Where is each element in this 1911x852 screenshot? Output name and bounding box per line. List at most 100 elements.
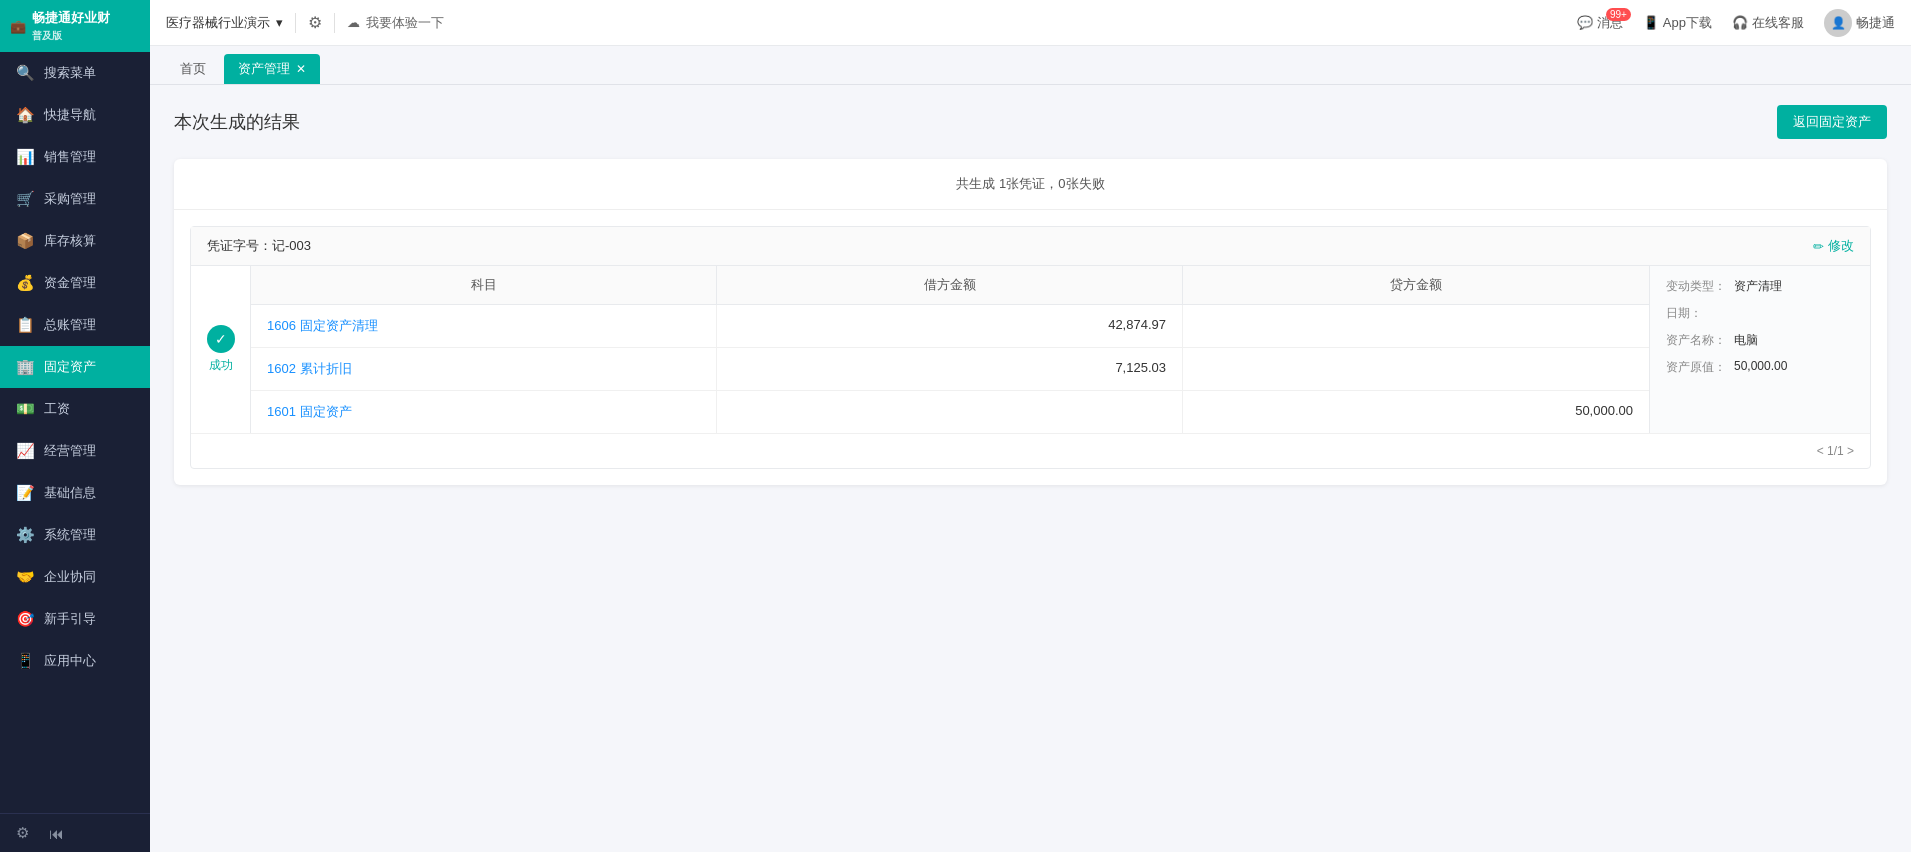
sidebar-item-purchase[interactable]: 🛒 采购管理 xyxy=(0,178,150,220)
sidebar-item-app-center[interactable]: 📱 应用中心 xyxy=(0,640,150,682)
app-sub: 普及版 xyxy=(32,29,110,43)
sidebar-item-fixed-assets[interactable]: 🏢 固定资产 xyxy=(0,346,150,388)
asset-name-label: 资产名称： xyxy=(1666,332,1726,349)
username: 畅捷通 xyxy=(1856,14,1895,32)
edit-icon: ✏ xyxy=(1813,239,1824,254)
topbar-divider-2 xyxy=(334,13,335,33)
guide-icon: 🎯 xyxy=(16,610,34,628)
edit-button[interactable]: ✏ 修改 xyxy=(1813,237,1854,255)
tab-asset-mgmt[interactable]: 资产管理 ✕ xyxy=(224,54,320,84)
download-icon: 📱 xyxy=(1643,15,1659,30)
sidebar-item-quick-nav[interactable]: 🏠 快捷导航 xyxy=(0,94,150,136)
tab-asset-mgmt-label: 资产管理 xyxy=(238,60,290,78)
sidebar-label-inventory: 库存核算 xyxy=(44,232,96,250)
voucher-number: 凭证字号：记-003 xyxy=(207,237,311,255)
app-name: 畅捷通好业财 xyxy=(32,9,110,27)
sidebar-label-operations: 经营管理 xyxy=(44,442,96,460)
table-row: 1606 固定资产清理 42,874.97 xyxy=(251,305,1649,348)
sidebar-bottom: ⚙ ⏮ xyxy=(0,813,150,852)
cell-subject-1[interactable]: 1602 累计折旧 xyxy=(251,348,717,390)
avatar: 👤 xyxy=(1824,9,1852,37)
online-support-button[interactable]: 🎧 在线客服 xyxy=(1732,14,1804,32)
status-column: ✓ 成功 xyxy=(191,266,251,433)
sidebar-item-guide[interactable]: 🎯 新手引导 xyxy=(0,598,150,640)
cell-credit-2: 50,000.00 xyxy=(1183,391,1649,433)
sidebar-label-system: 系统管理 xyxy=(44,526,96,544)
app-download-button[interactable]: 📱 App下载 xyxy=(1643,14,1712,32)
logo-icon: 💼 xyxy=(10,19,26,34)
voucher-table: 科目 借方金额 贷方金额 1606 固定资产清理 42,874.97 1602 … xyxy=(251,266,1650,433)
pagination: < 1/1 > xyxy=(191,433,1870,468)
messages-badge: 99+ xyxy=(1606,8,1631,21)
basic-info-icon: 📝 xyxy=(16,484,34,502)
date-label: 日期： xyxy=(1666,305,1702,322)
change-type-value: 资产清理 xyxy=(1734,278,1782,295)
sidebar-item-system[interactable]: ⚙️ 系统管理 xyxy=(0,514,150,556)
return-button[interactable]: 返回固定资产 xyxy=(1777,105,1887,139)
sidebar-label-guide: 新手引导 xyxy=(44,610,96,628)
sidebar-item-payroll[interactable]: 💵 工资 xyxy=(0,388,150,430)
app-logo: 💼 畅捷通好业财 普及版 xyxy=(0,0,150,52)
result-panel: 共生成 1张凭证，0张失败 凭证字号：记-003 ✏ 修改 ✓ 成功 xyxy=(174,159,1887,485)
experience-label: 我要体验一下 xyxy=(366,14,444,32)
pagination-text[interactable]: < 1/1 > xyxy=(1817,444,1854,458)
sidebar-label-search: 搜索菜单 xyxy=(44,64,96,82)
sales-icon: 📊 xyxy=(16,148,34,166)
search-icon: 🔍 xyxy=(16,64,34,82)
messages-button[interactable]: 💬 消息 99+ xyxy=(1577,14,1623,32)
operations-icon: 📈 xyxy=(16,442,34,460)
sidebar-label-ledger: 总账管理 xyxy=(44,316,96,334)
table-row: 1602 累计折旧 7,125.03 xyxy=(251,348,1649,391)
collapse-icon[interactable]: ⏮ xyxy=(49,825,64,842)
result-summary: 共生成 1张凭证，0张失败 xyxy=(174,159,1887,210)
main-area: 医疗器械行业演示 ▾ ⚙ ☁ 我要体验一下 💬 消息 99+ 📱 App下载 🎧… xyxy=(150,0,1911,852)
funds-icon: 💰 xyxy=(16,274,34,292)
purchase-icon: 🛒 xyxy=(16,190,34,208)
cooperation-icon: 🤝 xyxy=(16,568,34,586)
sidebar-item-ledger[interactable]: 📋 总账管理 xyxy=(0,304,150,346)
chevron-down-icon: ▾ xyxy=(276,15,283,30)
sidebar-item-operations[interactable]: 📈 经营管理 xyxy=(0,430,150,472)
fixed-assets-icon: 🏢 xyxy=(16,358,34,376)
cell-subject-2[interactable]: 1601 固定资产 xyxy=(251,391,717,433)
tab-home[interactable]: 首页 xyxy=(166,54,220,84)
inventory-icon: 📦 xyxy=(16,232,34,250)
sidebar-label-cooperation: 企业协同 xyxy=(44,568,96,586)
sidebar-item-funds[interactable]: 💰 资金管理 xyxy=(0,262,150,304)
sidebar-item-cooperation[interactable]: 🤝 企业协同 xyxy=(0,556,150,598)
user-menu[interactable]: 👤 畅捷通 xyxy=(1824,9,1895,37)
gear-icon[interactable]: ⚙ xyxy=(308,13,322,32)
sidebar-item-sales[interactable]: 📊 销售管理 xyxy=(0,136,150,178)
sidebar-scroll: 🔍 搜索菜单 🏠 快捷导航 📊 销售管理 🛒 采购管理 📦 库存核算 💰 资金管… xyxy=(0,52,150,813)
company-selector[interactable]: 医疗器械行业演示 ▾ xyxy=(166,14,283,32)
sidebar-item-search[interactable]: 🔍 搜索菜单 xyxy=(0,52,150,94)
right-panel-change-type: 变动类型： 资产清理 xyxy=(1666,278,1854,295)
settings-icon[interactable]: ⚙ xyxy=(16,824,29,842)
right-panel: 变动类型： 资产清理 日期： 资产名称： 电脑 资产原值： xyxy=(1650,266,1870,433)
success-icon: ✓ xyxy=(207,325,235,353)
ledger-icon: 📋 xyxy=(16,316,34,334)
sidebar-item-basic-info[interactable]: 📝 基础信息 xyxy=(0,472,150,514)
cell-subject-0[interactable]: 1606 固定资产清理 xyxy=(251,305,717,347)
change-type-label: 变动类型： xyxy=(1666,278,1726,295)
right-panel-asset-name: 资产名称： 电脑 xyxy=(1666,332,1854,349)
app-download-label: App下载 xyxy=(1663,14,1712,32)
topbar-divider-1 xyxy=(295,13,296,33)
topbar-right: 💬 消息 99+ 📱 App下载 🎧 在线客服 👤 畅捷通 xyxy=(1577,9,1895,37)
right-panel-date: 日期： xyxy=(1666,305,1854,322)
online-support-label: 在线客服 xyxy=(1752,14,1804,32)
original-value-label: 资产原值： xyxy=(1666,359,1726,376)
sidebar-item-inventory[interactable]: 📦 库存核算 xyxy=(0,220,150,262)
tabbar: 首页 资产管理 ✕ xyxy=(150,46,1911,85)
sidebar-label-quick-nav: 快捷导航 xyxy=(44,106,96,124)
tab-close-icon[interactable]: ✕ xyxy=(296,62,306,76)
status-text: 成功 xyxy=(209,357,233,374)
experience-button[interactable]: ☁ 我要体验一下 xyxy=(347,14,444,32)
page-title: 本次生成的结果 xyxy=(174,110,300,134)
voucher-header: 凭证字号：记-003 ✏ 修改 xyxy=(191,227,1870,266)
header-subject: 科目 xyxy=(251,266,717,304)
header-debit: 借方金额 xyxy=(717,266,1183,304)
topbar: 医疗器械行业演示 ▾ ⚙ ☁ 我要体验一下 💬 消息 99+ 📱 App下载 🎧… xyxy=(150,0,1911,46)
headset-icon: 🎧 xyxy=(1732,15,1748,30)
tab-home-label: 首页 xyxy=(180,60,206,78)
